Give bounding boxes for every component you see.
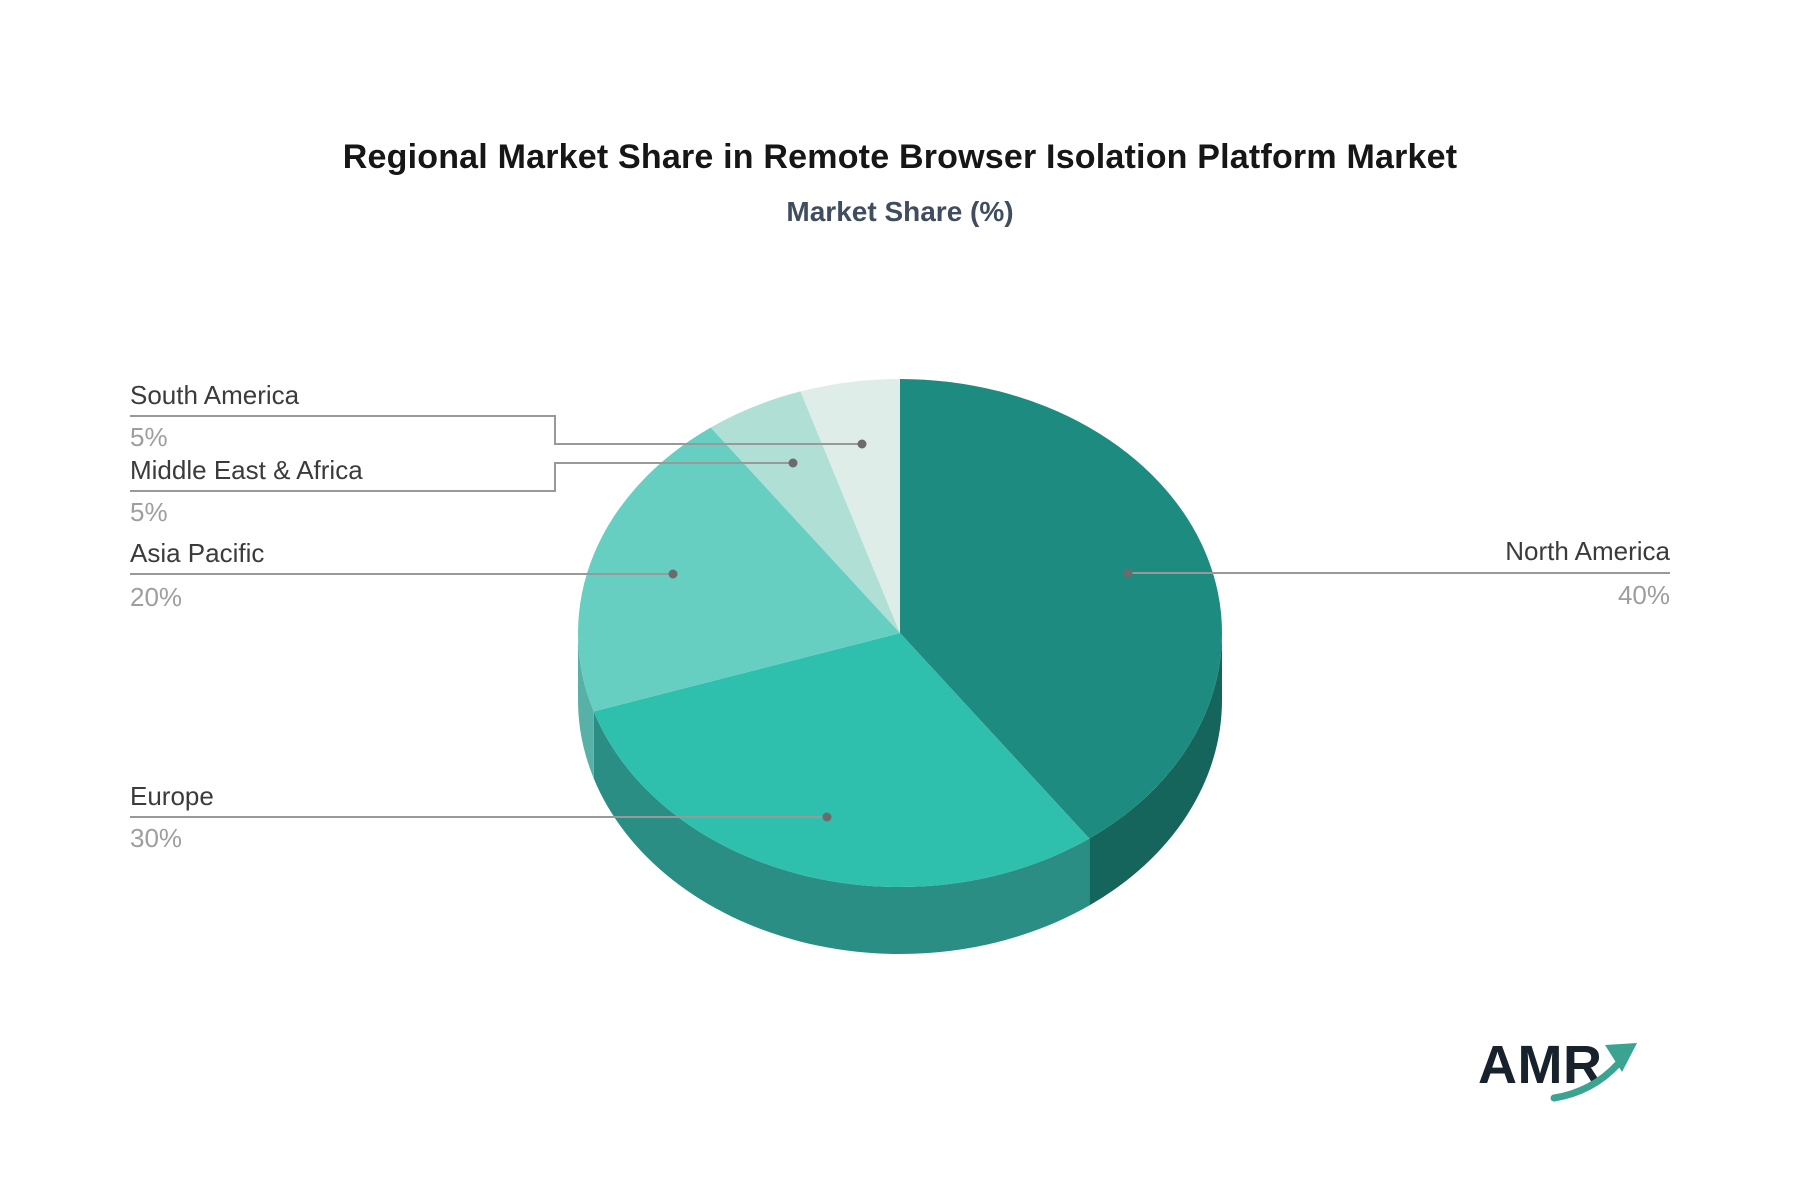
leader-dot-south-america [857, 439, 867, 449]
label-asia-pacific: Asia Pacific [130, 538, 265, 568]
pie-slices [578, 379, 1222, 887]
chart-canvas: Regional Market Share in Remote Browser … [0, 0, 1800, 1196]
leader-dot-europe [822, 812, 832, 822]
amr-logo: AMR [1478, 1038, 1698, 1128]
trending-up-arrow-icon [1550, 1043, 1637, 1102]
value-north-america: 40% [1617, 580, 1670, 610]
leader-dot-asia-pacific [668, 569, 678, 579]
value-asia-pacific: 20% [130, 582, 183, 612]
leader-dot-middle-east-africa [788, 458, 798, 468]
label-middle-east-africa: Middle East & Africa [130, 455, 363, 485]
leader-dot-north-america [1123, 568, 1133, 578]
value-middle-east-africa: 5% [130, 497, 168, 527]
value-south-america: 5% [130, 422, 168, 452]
label-europe: Europe [130, 781, 214, 811]
label-south-america: South America [130, 380, 300, 410]
value-europe: 30% [130, 823, 183, 853]
label-north-america: North America [1505, 536, 1670, 566]
